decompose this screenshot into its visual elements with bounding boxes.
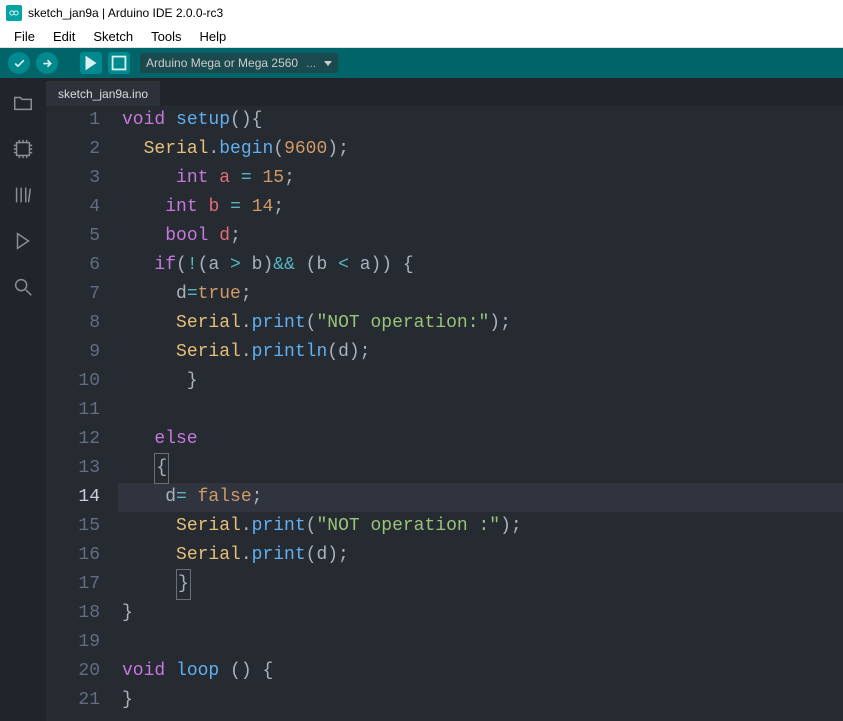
line-number: 18 — [46, 599, 100, 628]
line-number: 17 — [46, 570, 100, 599]
unknown-tool-button[interactable] — [108, 52, 130, 74]
line-number: 10 — [46, 367, 100, 396]
code-line[interactable]: void setup(){ — [118, 106, 843, 135]
line-number: 9 — [46, 338, 100, 367]
line-number: 4 — [46, 193, 100, 222]
line-number: 13 — [46, 454, 100, 483]
line-number: 2 — [46, 135, 100, 164]
code-line[interactable]: } — [118, 367, 843, 396]
folder-icon[interactable] — [1, 84, 45, 122]
code-line[interactable]: else — [118, 425, 843, 454]
menu-tools[interactable]: Tools — [143, 27, 189, 46]
debug-icon[interactable] — [1, 222, 45, 260]
code-line[interactable]: { — [118, 454, 843, 483]
menu-file[interactable]: File — [6, 27, 43, 46]
code-line[interactable]: bool d; — [118, 222, 843, 251]
line-number: 15 — [46, 512, 100, 541]
code-line[interactable]: void loop () { — [118, 657, 843, 686]
line-number: 7 — [46, 280, 100, 309]
left-sidebar — [0, 78, 46, 721]
menubar: File Edit Sketch Tools Help — [0, 26, 843, 48]
menu-help[interactable]: Help — [191, 27, 234, 46]
line-number: 6 — [46, 251, 100, 280]
board-dots: ... — [306, 56, 316, 70]
code-line[interactable]: Serial.print(d); — [118, 541, 843, 570]
line-number: 5 — [46, 222, 100, 251]
debug-button[interactable] — [80, 52, 102, 74]
line-number: 21 — [46, 686, 100, 715]
upload-button[interactable] — [36, 52, 58, 74]
line-number: 14 — [46, 483, 100, 512]
app-icon — [6, 5, 22, 21]
code-line[interactable]: int a = 15; — [118, 164, 843, 193]
board-name: Arduino Mega or Mega 2560 — [146, 56, 298, 70]
code-line[interactable]: Serial.begin(9600); — [118, 135, 843, 164]
line-number: 8 — [46, 309, 100, 338]
code-line[interactable]: int b = 14; — [118, 193, 843, 222]
board-manager-icon[interactable] — [1, 130, 45, 168]
code-line[interactable] — [118, 396, 843, 425]
code-line[interactable]: } — [118, 599, 843, 628]
library-icon[interactable] — [1, 176, 45, 214]
code-line[interactable] — [118, 628, 843, 657]
line-number: 1 — [46, 106, 100, 135]
code-line[interactable]: Serial.print("NOT operation:"); — [118, 309, 843, 338]
code-editor[interactable]: 123456789101112131415161718192021 void s… — [46, 106, 843, 721]
code-line[interactable]: Serial.print("NOT operation :"); — [118, 512, 843, 541]
line-number: 19 — [46, 628, 100, 657]
chevron-down-icon — [324, 61, 332, 66]
window-title: sketch_jan9a | Arduino IDE 2.0.0-rc3 — [28, 6, 223, 20]
line-number-gutter: 123456789101112131415161718192021 — [46, 106, 118, 721]
editor-tabbar: sketch_jan9a.ino — [46, 78, 843, 106]
code-line[interactable]: d=true; — [118, 280, 843, 309]
editor-tab[interactable]: sketch_jan9a.ino — [46, 81, 160, 106]
window-titlebar: sketch_jan9a | Arduino IDE 2.0.0-rc3 — [0, 0, 843, 26]
code-line[interactable]: } — [118, 570, 843, 599]
verify-button[interactable] — [8, 52, 30, 74]
menu-edit[interactable]: Edit — [45, 27, 83, 46]
menu-sketch[interactable]: Sketch — [85, 27, 141, 46]
line-number: 11 — [46, 396, 100, 425]
code-line[interactable]: } — [118, 686, 843, 715]
board-selector[interactable]: Arduino Mega or Mega 2560 ... — [140, 53, 338, 73]
search-icon[interactable] — [1, 268, 45, 306]
code-line[interactable]: d= false; — [118, 483, 843, 512]
line-number: 12 — [46, 425, 100, 454]
toolbar: Arduino Mega or Mega 2560 ... — [0, 48, 843, 78]
code-line[interactable]: Serial.println(d); — [118, 338, 843, 367]
line-number: 20 — [46, 657, 100, 686]
line-number: 3 — [46, 164, 100, 193]
code-line[interactable]: if(!(a > b)&& (b < a)) { — [118, 251, 843, 280]
code-area[interactable]: void setup(){ Serial.begin(9600); int a … — [118, 106, 843, 721]
line-number: 16 — [46, 541, 100, 570]
